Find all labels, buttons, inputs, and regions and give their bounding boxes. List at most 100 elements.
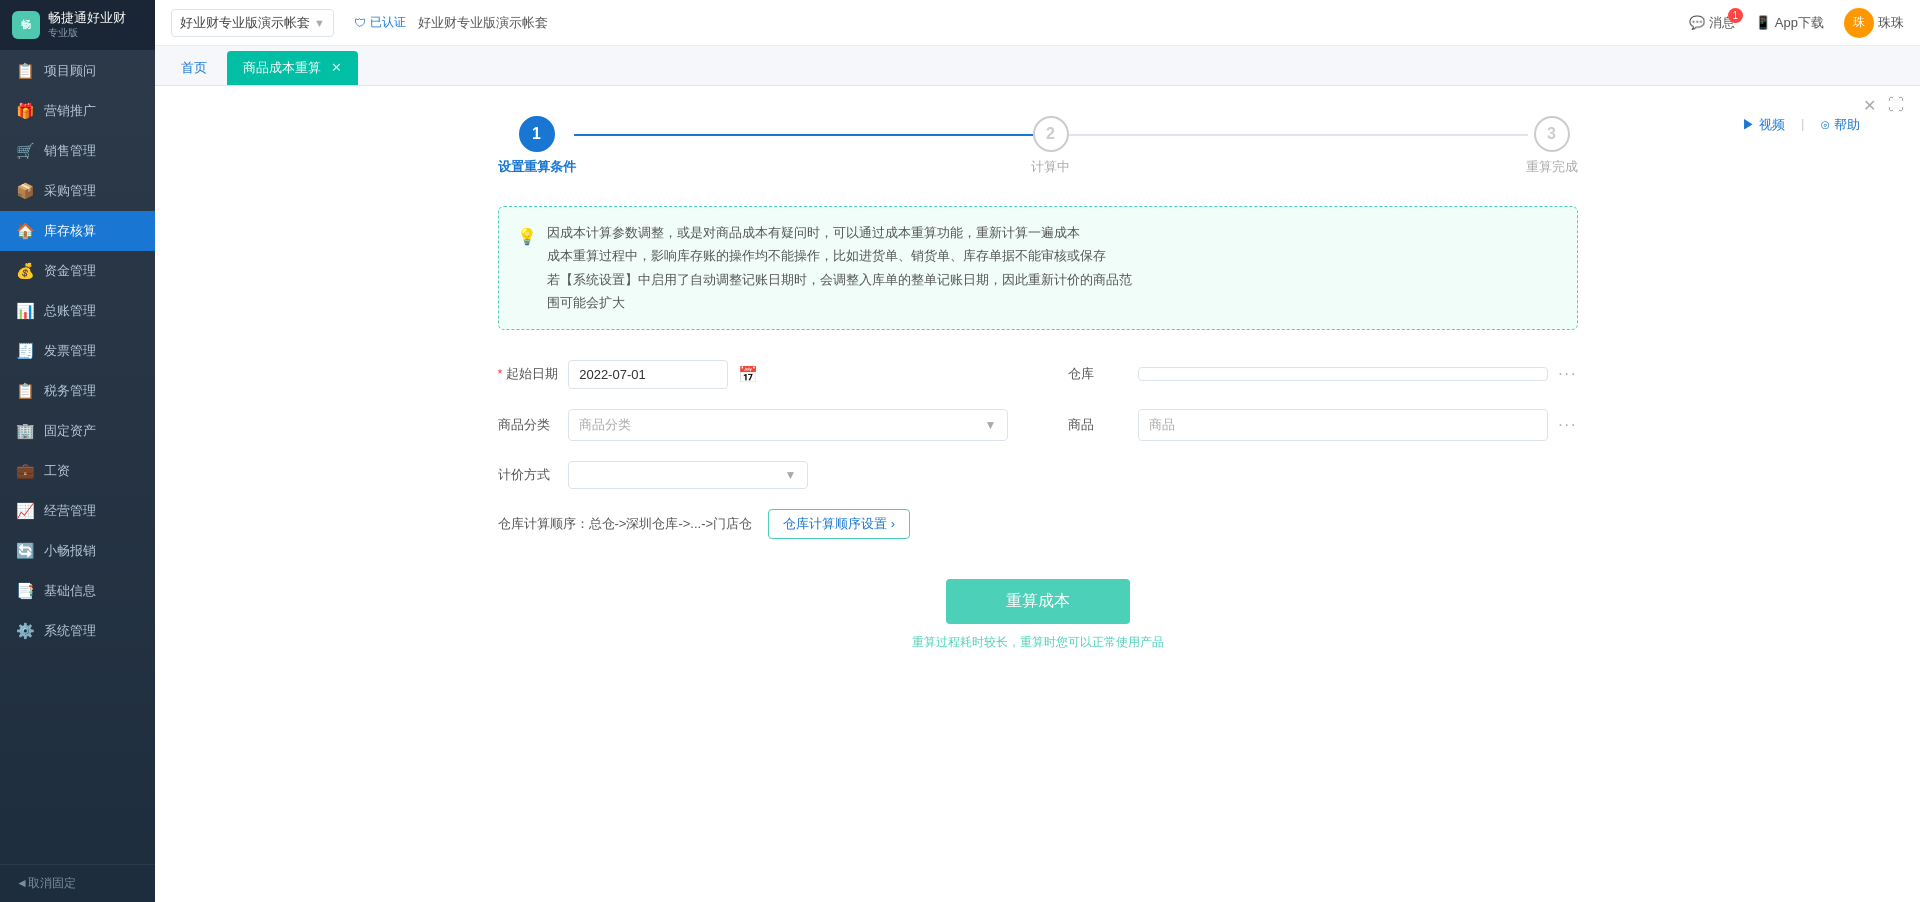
- product-input[interactable]: 商品: [1138, 409, 1549, 441]
- sidebar-item-system[interactable]: ⚙️ 系统管理: [0, 611, 155, 651]
- notice-line-3: 若【系统设置】中启用了自动调整记账日期时，会调整入库单的整单记账日期，因此重新计…: [547, 268, 1132, 291]
- warehouse-order-settings-button[interactable]: 仓库计算顺序设置 ›: [768, 509, 910, 539]
- expense-icon: 🔄: [16, 542, 34, 560]
- marketing-icon: 🎁: [16, 102, 34, 120]
- pricing-label: 计价方式: [498, 466, 558, 484]
- app-download-label: App下载: [1775, 14, 1824, 32]
- step-3-num: 3: [1547, 125, 1556, 143]
- tab-home[interactable]: 首页: [165, 51, 223, 85]
- sidebar-item-tax[interactable]: 📋 税务管理: [0, 371, 155, 411]
- avatar-text: 珠: [1853, 14, 1865, 31]
- sidebar-header: 畅 畅捷通好业财 专业版: [0, 0, 155, 51]
- product-dots-button[interactable]: ···: [1558, 416, 1577, 434]
- unpin-label: ◄取消固定: [16, 875, 76, 892]
- sidebar-item-invoice[interactable]: 🧾 发票管理: [0, 331, 155, 371]
- sidebar-label-operations: 经营管理: [44, 502, 96, 520]
- tab-close-icon[interactable]: ✕: [331, 60, 342, 75]
- warehouse-row: 仓库 ···: [1068, 360, 1578, 389]
- step-3: 3 重算完成: [1526, 116, 1578, 176]
- warehouse-label: 仓库: [1068, 365, 1128, 383]
- warehouse-dots-button[interactable]: ···: [1558, 365, 1577, 383]
- sidebar-item-basic[interactable]: 📑 基础信息: [0, 571, 155, 611]
- user-avatar: 珠: [1844, 8, 1874, 38]
- sidebar-label-project: 项目顾问: [44, 62, 96, 80]
- sidebar-label-sales: 销售管理: [44, 142, 96, 160]
- invoice-icon: 🧾: [16, 342, 34, 360]
- help-links: ▶ 视频 | ⊙ 帮助: [1742, 116, 1860, 134]
- logo-text: 畅: [21, 18, 31, 32]
- step-1: 1 设置重算条件: [498, 116, 576, 176]
- sidebar-label-invoice: 发票管理: [44, 342, 96, 360]
- expand-window-button[interactable]: ⛶: [1888, 96, 1904, 115]
- user-profile[interactable]: 珠 珠珠: [1844, 8, 1904, 38]
- start-date-input[interactable]: [568, 360, 728, 389]
- inventory-icon: 🏠: [16, 222, 34, 240]
- category-row: 商品分类 商品分类 ▼: [498, 409, 1008, 441]
- window-controls: ✕ ⛶: [1863, 96, 1904, 115]
- capital-icon: 💰: [16, 262, 34, 280]
- sidebar-item-capital[interactable]: 💰 资金管理: [0, 251, 155, 291]
- help-link[interactable]: ⊙ 帮助: [1820, 116, 1860, 134]
- step-3-label: 重算完成: [1526, 158, 1578, 176]
- message-icon: 💬: [1689, 15, 1705, 30]
- pricing-method-row: 计价方式 ▼: [498, 461, 1578, 489]
- submit-area: 重算成本 重算过程耗时较长，重算时您可以正常使用产品: [498, 569, 1578, 651]
- video-help-link[interactable]: ▶ 视频: [1742, 116, 1785, 134]
- salary-icon: 💼: [16, 462, 34, 480]
- system-icon: ⚙️: [16, 622, 34, 640]
- sidebar-item-operations[interactable]: 📈 经营管理: [0, 491, 155, 531]
- message-badge: 1: [1728, 8, 1743, 23]
- step-1-label: 设置重算条件: [498, 158, 576, 176]
- warehouse-order-row: 仓库计算顺序：总仓->深圳仓库->...->门店仓 仓库计算顺序设置 ›: [498, 509, 1578, 539]
- app-download-button[interactable]: 📱 App下载: [1755, 14, 1824, 32]
- tab-recalc-label: 商品成本重算: [243, 60, 321, 75]
- shield-icon: 🛡: [354, 16, 366, 30]
- sidebar-label-inventory: 库存核算: [44, 222, 96, 240]
- sidebar-item-accounting[interactable]: 📊 总账管理: [0, 291, 155, 331]
- warehouse-order-btn-label: 仓库计算顺序设置 ›: [783, 515, 895, 533]
- chevron-down-icon: ▼: [314, 17, 325, 29]
- sidebar-item-marketing[interactable]: 🎁 营销推广: [0, 91, 155, 131]
- tab-home-label: 首页: [181, 60, 207, 75]
- sidebar-label-tax: 税务管理: [44, 382, 96, 400]
- verified-badge: 🛡 已认证: [354, 14, 406, 31]
- category-chevron-icon: ▼: [985, 418, 997, 432]
- sidebar-item-expense[interactable]: 🔄 小畅报销: [0, 531, 155, 571]
- sidebar-item-assets[interactable]: 🏢 固定资产: [0, 411, 155, 451]
- sidebar-item-purchase[interactable]: 📦 采购管理: [0, 171, 155, 211]
- step-2: 2 计算中: [1031, 116, 1070, 176]
- category-select[interactable]: 商品分类 ▼: [568, 409, 1008, 441]
- calendar-icon[interactable]: 📅: [738, 365, 758, 384]
- step-1-circle: 1: [519, 116, 555, 152]
- step-3-circle: 3: [1534, 116, 1570, 152]
- operations-icon: 📈: [16, 502, 34, 520]
- step-2-circle: 2: [1033, 116, 1069, 152]
- sidebar-item-salary[interactable]: 💼 工资: [0, 451, 155, 491]
- sidebar-label-expense: 小畅报销: [44, 542, 96, 560]
- page-content: ✕ ⛶ ▶ 视频 | ⊙ 帮助 1 设置重算条件: [155, 86, 1920, 902]
- account-selector[interactable]: 好业财专业版演示帐套 ▼: [171, 9, 334, 37]
- sidebar-item-inventory[interactable]: 🏠 库存核算: [0, 211, 155, 251]
- pricing-select[interactable]: ▼: [568, 461, 808, 489]
- mobile-icon: 📱: [1755, 15, 1771, 30]
- sidebar-label-system: 系统管理: [44, 622, 96, 640]
- project-icon: 📋: [16, 62, 34, 80]
- recalculate-button[interactable]: 重算成本: [946, 579, 1130, 624]
- step-2-num: 2: [1046, 125, 1055, 143]
- close-window-button[interactable]: ✕: [1863, 96, 1876, 115]
- category-label: 商品分类: [498, 416, 558, 434]
- category-placeholder: 商品分类: [579, 416, 631, 434]
- notice-line-1: 因成本计算参数调整，或是对商品成本有疑问时，可以通过成本重算功能，重新计算一遍成…: [547, 221, 1132, 244]
- sidebar-item-sales[interactable]: 🛒 销售管理: [0, 131, 155, 171]
- warehouse-input[interactable]: [1138, 367, 1549, 381]
- product-label: 商品: [1068, 416, 1128, 434]
- message-button[interactable]: 💬 1 消息: [1689, 14, 1735, 32]
- tab-recalc[interactable]: 商品成本重算 ✕: [227, 51, 358, 85]
- step-line-2: [1068, 134, 1528, 136]
- sidebar-label-accounting: 总账管理: [44, 302, 96, 320]
- warehouse-order-text: 仓库计算顺序：总仓->深圳仓库->...->门店仓: [498, 515, 753, 533]
- recalc-hint: 重算过程耗时较长，重算时您可以正常使用产品: [498, 634, 1578, 651]
- sidebar-pin-toggle[interactable]: ◄取消固定: [0, 864, 155, 902]
- sidebar-label-salary: 工资: [44, 462, 70, 480]
- sidebar-item-project[interactable]: 📋 项目顾问: [0, 51, 155, 91]
